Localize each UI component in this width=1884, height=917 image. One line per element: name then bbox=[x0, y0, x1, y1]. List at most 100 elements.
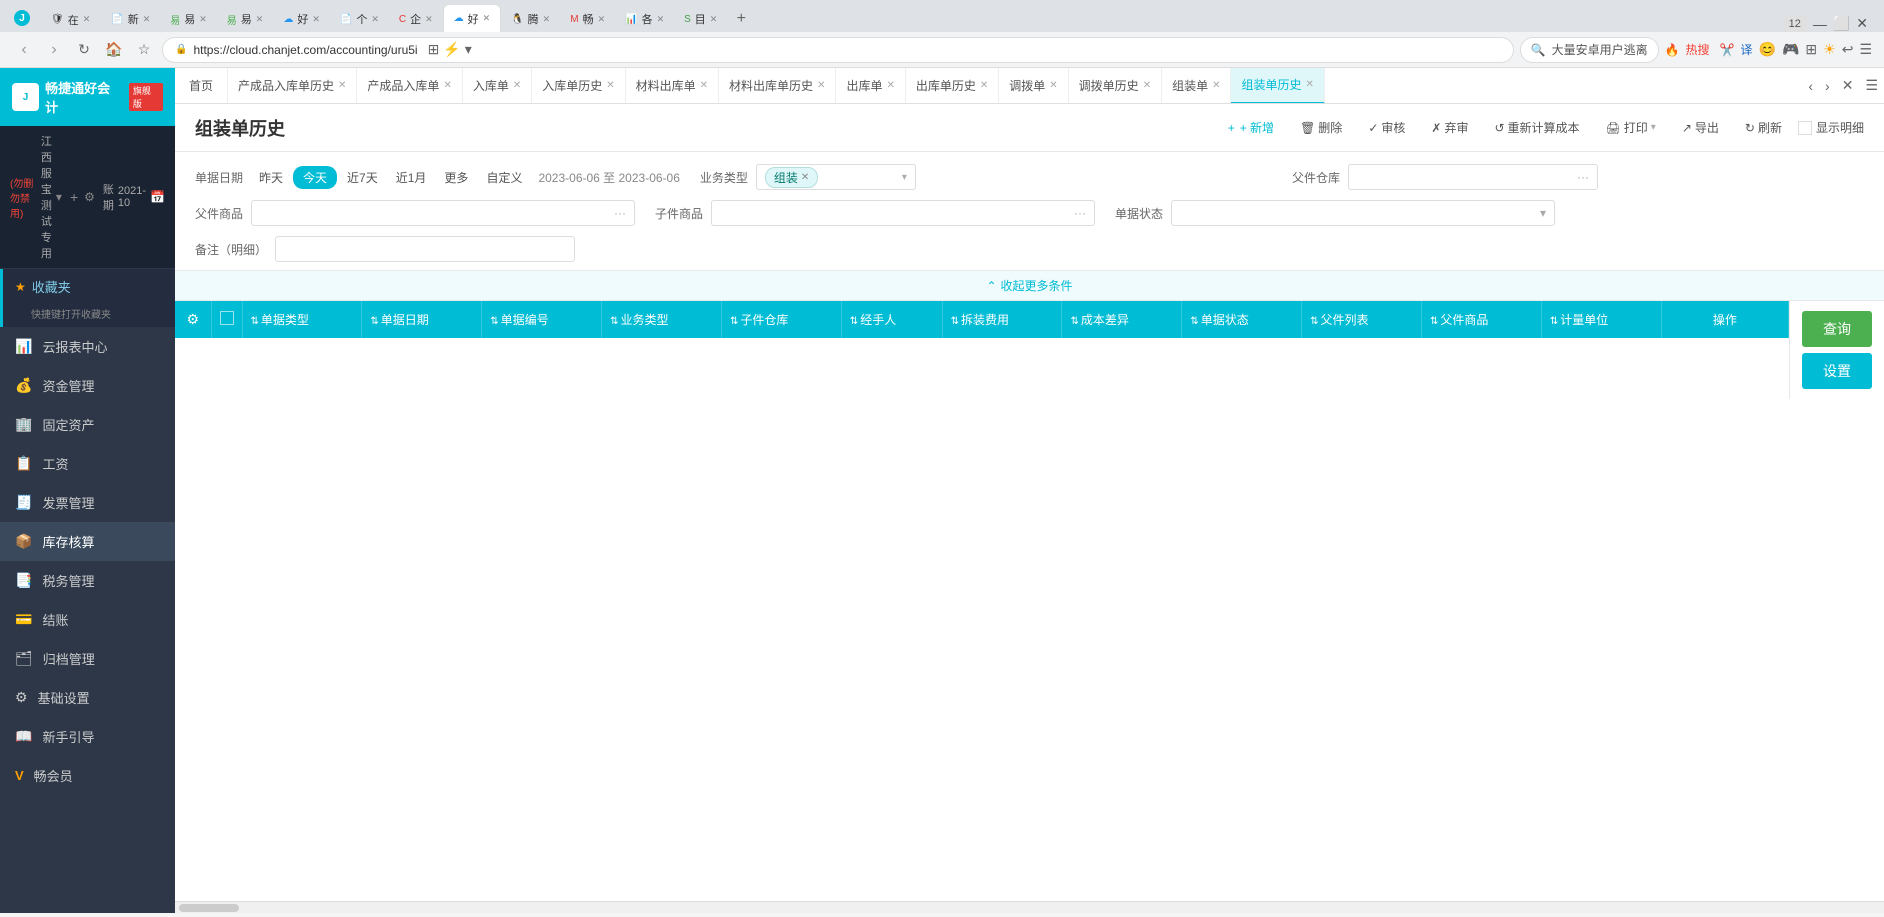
date-more[interactable]: 更多 bbox=[436, 166, 476, 189]
export-button[interactable]: ↗ 导出 bbox=[1672, 114, 1729, 141]
date-7days[interactable]: 近7天 bbox=[339, 166, 386, 189]
settings-button[interactable]: 设置 bbox=[1802, 353, 1872, 389]
parent-goods-input[interactable]: ··· bbox=[251, 200, 635, 226]
close-tab-icon[interactable]: ✕ bbox=[1212, 80, 1220, 91]
sidebar-item-assets[interactable]: 🏢 固定资产 bbox=[0, 405, 175, 444]
tab-material-out-history[interactable]: 材料出库单历史 ✕ bbox=[719, 68, 836, 104]
col-checkbox[interactable] bbox=[211, 301, 242, 338]
sidebar-item-settings[interactable]: ⚙ 基础设置 bbox=[0, 678, 175, 717]
sidebar-item-reports[interactable]: 📊 云报表中心 bbox=[0, 327, 175, 366]
back-button[interactable]: ‹ bbox=[12, 38, 36, 62]
tab-transfer-history[interactable]: 调拨单历史 ✕ bbox=[1069, 68, 1162, 104]
qr-icon[interactable]: ⊞ bbox=[428, 41, 440, 58]
grid-icon[interactable]: ⊞ bbox=[1805, 41, 1817, 58]
col-type[interactable]: ⇅单据类型 bbox=[242, 301, 362, 338]
print-dropdown-icon[interactable]: ▾ bbox=[1651, 122, 1656, 133]
collapse-bar[interactable]: ⌃ 收起更多条件 bbox=[175, 271, 1884, 301]
col-order-status[interactable]: ⇅单据状态 bbox=[1182, 301, 1302, 338]
close-tab-icon[interactable]: ✕ bbox=[443, 80, 451, 91]
browser-tab[interactable]: 📊各✕ bbox=[615, 6, 674, 32]
sidebar-item-funds[interactable]: 💰 资金管理 bbox=[0, 366, 175, 405]
close-tab-icon[interactable]: ✕ bbox=[886, 80, 894, 91]
remark-input[interactable] bbox=[275, 236, 575, 262]
tab-out[interactable]: 出库单 ✕ bbox=[836, 68, 905, 104]
new-button[interactable]: + + 新增 bbox=[1218, 114, 1284, 141]
sidebar-item-archive[interactable]: 🗂 归档管理 bbox=[0, 639, 175, 678]
sidebar-item-salary[interactable]: 📋 工资 bbox=[0, 444, 175, 483]
close-all-tabs[interactable]: ✕ bbox=[1836, 77, 1860, 94]
close-tab-icon[interactable]: ✕ bbox=[700, 80, 708, 91]
delete-button[interactable]: 🗑 删除 bbox=[1290, 114, 1352, 141]
company-dropdown-icon[interactable]: ▾ bbox=[56, 190, 62, 204]
date-1month[interactable]: 近1月 bbox=[388, 166, 435, 189]
col-date[interactable]: ⇅单据日期 bbox=[362, 301, 482, 338]
close-tab-icon[interactable]: ✕ bbox=[1306, 79, 1314, 90]
cut-icon[interactable]: ✂️ bbox=[1720, 43, 1735, 57]
star-button[interactable]: ☆ bbox=[132, 38, 156, 62]
tab-in-history[interactable]: 入库单历史 ✕ bbox=[532, 68, 625, 104]
col-child-warehouse[interactable]: ⇅子件仓库 bbox=[721, 301, 841, 338]
business-type-input[interactable]: 组装 ✕ ▾ bbox=[756, 164, 916, 190]
bookmarks-title[interactable]: ★ 收藏夹 bbox=[3, 269, 175, 304]
query-button[interactable]: 查询 bbox=[1802, 311, 1872, 347]
tab-product-in-history[interactable]: 产成品入库单历史 ✕ bbox=[228, 68, 357, 104]
translate-icon[interactable]: 译 bbox=[1741, 41, 1753, 58]
emoji-icon[interactable]: 😊 bbox=[1759, 41, 1776, 58]
game-icon[interactable]: 🎮 bbox=[1782, 41, 1799, 58]
display-detail-checkbox[interactable]: 显示明细 bbox=[1798, 119, 1864, 136]
recalculate-button[interactable]: ↺ 重新计算成本 bbox=[1484, 114, 1589, 141]
more-options-icon[interactable]: ··· bbox=[1074, 206, 1086, 220]
browser-tab[interactable]: 📄个✕ bbox=[330, 6, 389, 32]
col-parent-list[interactable]: ⇅父件列表 bbox=[1302, 301, 1422, 338]
browser-tab[interactable]: ☁好✕ bbox=[273, 6, 330, 32]
sidebar-item-settle[interactable]: 💳 结账 bbox=[0, 600, 175, 639]
close-tab-icon[interactable]: ✕ bbox=[980, 80, 988, 91]
dropdown-icon[interactable]: ▾ bbox=[465, 41, 472, 58]
browser-tab[interactable]: 易易✕ bbox=[160, 6, 217, 32]
tab-transfer[interactable]: 调拨单 ✕ bbox=[999, 68, 1068, 104]
tab-scroll-left[interactable]: ‹ bbox=[1802, 78, 1819, 94]
browser-tab[interactable]: 📄新✕ bbox=[101, 6, 160, 32]
browser-tab-active[interactable]: ☁好✕ bbox=[443, 4, 502, 32]
tab-menu-icon[interactable]: ☰ bbox=[1859, 77, 1884, 94]
browser-tab[interactable]: 易易✕ bbox=[217, 6, 274, 32]
sidebar-item-invoice[interactable]: 🧾 发票管理 bbox=[0, 483, 175, 522]
date-custom[interactable]: 自定义 bbox=[478, 166, 530, 189]
col-settings[interactable]: ⚙ bbox=[175, 301, 211, 338]
tab-out-history[interactable]: 出库单历史 ✕ bbox=[906, 68, 999, 104]
home-button[interactable]: 🏠 bbox=[102, 38, 126, 62]
browser-tab[interactable]: S目✕ bbox=[674, 6, 727, 32]
close-tab-icon[interactable]: ✕ bbox=[338, 80, 346, 91]
forward-button[interactable]: › bbox=[42, 38, 66, 62]
undo-icon[interactable]: ↩ bbox=[1842, 41, 1854, 58]
browser-search[interactable]: 🔍 大量安卓用户逃离 bbox=[1520, 37, 1659, 63]
tab-scroll-right[interactable]: › bbox=[1819, 78, 1836, 94]
col-unit[interactable]: ⇅计量单位 bbox=[1541, 301, 1661, 338]
header-checkbox[interactable] bbox=[220, 311, 234, 325]
new-tab-button[interactable]: + bbox=[727, 6, 755, 32]
settings-icon[interactable]: ⚙ bbox=[84, 190, 95, 204]
browser-tab[interactable]: M畅✕ bbox=[560, 6, 615, 32]
more-options-icon[interactable]: ··· bbox=[1577, 170, 1589, 184]
col-disassembly-cost[interactable]: ⇅拆装费用 bbox=[942, 301, 1062, 338]
close-tab-icon[interactable]: ✕ bbox=[513, 80, 521, 91]
maximize-icon[interactable]: ⬜ bbox=[1833, 15, 1850, 32]
parent-warehouse-input[interactable]: ··· bbox=[1348, 164, 1598, 190]
abandon-button[interactable]: ✗ 弃审 bbox=[1421, 114, 1478, 141]
refresh-page-button[interactable]: ↻ 刷新 bbox=[1735, 114, 1792, 141]
sidebar-item-tax[interactable]: 📑 税务管理 bbox=[0, 561, 175, 600]
company-selector[interactable]: (勿删勿禁用) 江西服宝测试专用 ▾ + ⚙ 账期 2021-10 📅 bbox=[0, 126, 175, 269]
col-handler[interactable]: ⇅经手人 bbox=[841, 301, 942, 338]
close-tab-icon[interactable]: ✕ bbox=[817, 80, 825, 91]
order-status-select[interactable]: ▾ bbox=[1171, 200, 1555, 226]
minimize-icon[interactable]: — bbox=[1813, 16, 1827, 32]
sidebar-item-guide[interactable]: 📖 新手引导 bbox=[0, 717, 175, 756]
tab-in[interactable]: 入库单 ✕ bbox=[463, 68, 532, 104]
col-number[interactable]: ⇅单据编号 bbox=[482, 301, 602, 338]
tab-material-out[interactable]: 材料出库单 ✕ bbox=[626, 68, 719, 104]
dropdown-arrow[interactable]: ▾ bbox=[902, 172, 907, 183]
browser-tab[interactable]: 🐧腾✕ bbox=[501, 6, 560, 32]
refresh-browser-button[interactable]: ↻ bbox=[72, 38, 96, 62]
add-company-icon[interactable]: + bbox=[70, 189, 78, 205]
horizontal-scrollbar[interactable] bbox=[175, 901, 1884, 913]
